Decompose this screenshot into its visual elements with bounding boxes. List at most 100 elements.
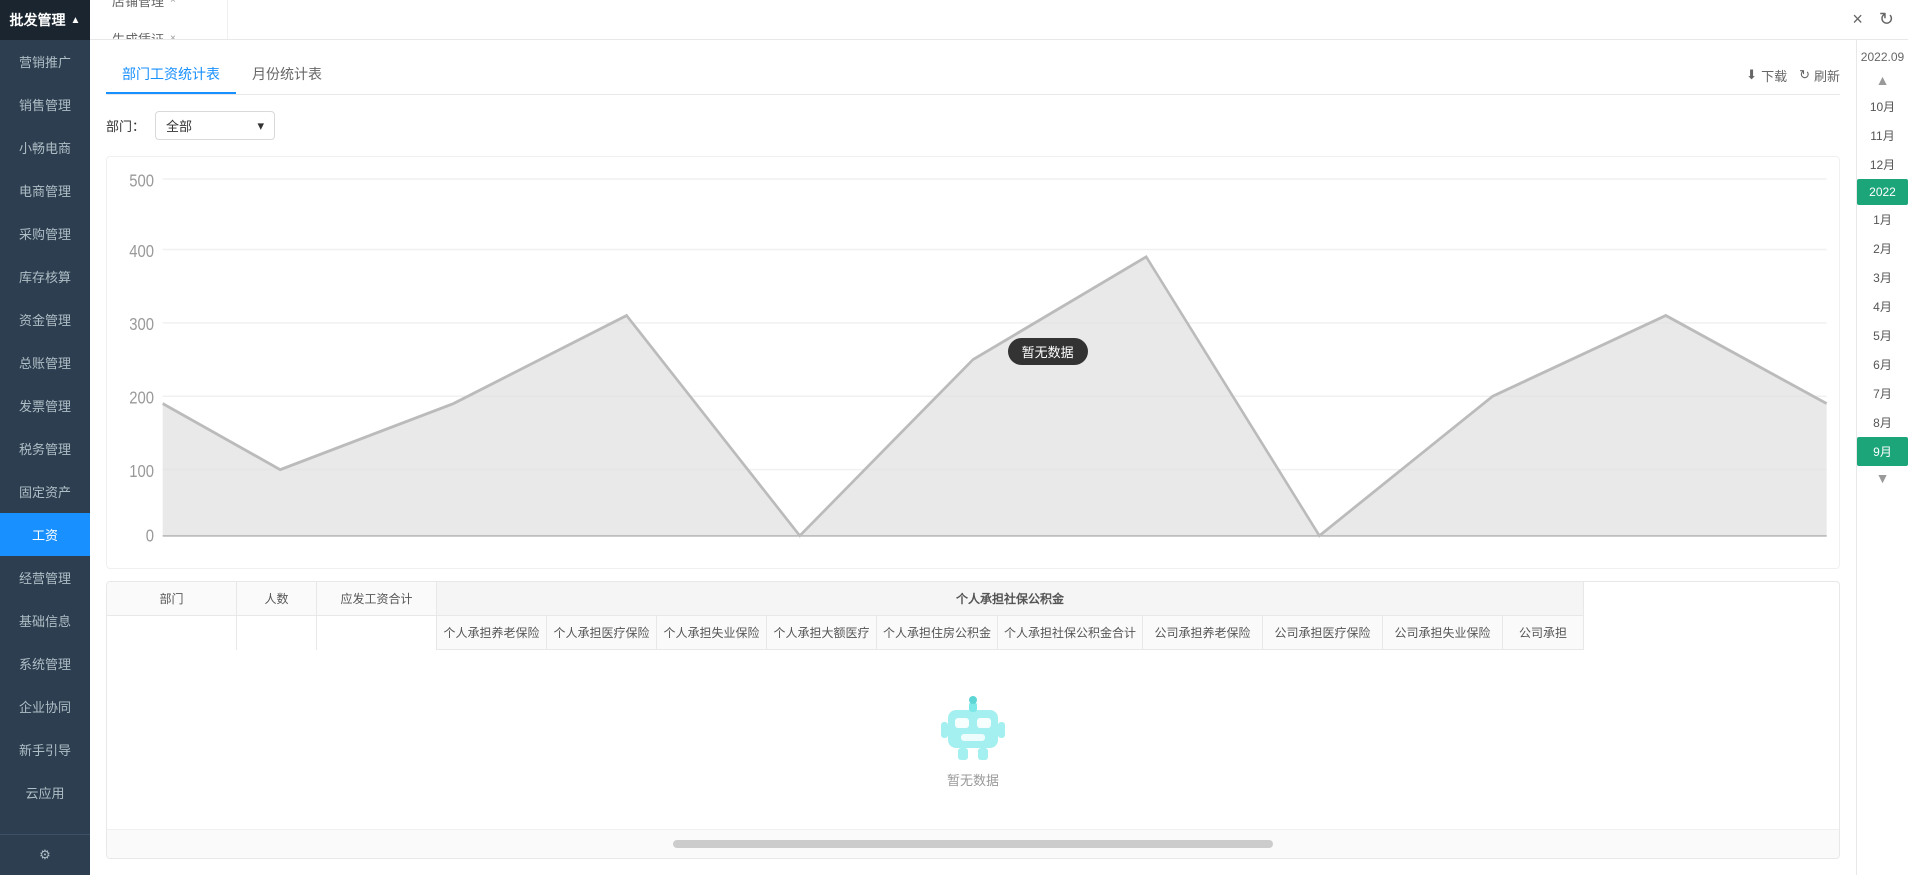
sidebar-item-sales[interactable]: 销售管理 [0, 83, 90, 126]
sub-tab-month[interactable]: 月份统计表 [236, 56, 338, 94]
sidebar-items-container: 营销推广销售管理小畅电商电商管理采购管理库存核算资金管理总账管理发票管理税务管理… [0, 40, 90, 814]
sidebar-item-payroll[interactable]: 工资 [0, 513, 90, 556]
col-company-pension: 公司承担养老保险 [1143, 616, 1263, 650]
sidebar-item-finance[interactable]: 资金管理 [0, 298, 90, 341]
col-personal-major-medical: 个人承担大额医疗 [767, 616, 877, 650]
svg-text:200: 200 [129, 388, 154, 407]
sidebar-item-inventory[interactable]: 库存核算 [0, 255, 90, 298]
date-2023-6[interactable]: 6月 [1857, 350, 1908, 379]
date-panel: 2022.09 ▲ 10月 11月 12月 2022 1月 2月 3月 4月 5… [1856, 40, 1908, 875]
sidebar-item-corp[interactable]: 企业协同 [0, 685, 90, 728]
col-header-total: 应发工资合计 [317, 582, 436, 616]
chart-area: 500 400 300 200 100 0 [106, 156, 1840, 569]
dept-filter-label: 部门： [106, 116, 145, 135]
date-2023-8[interactable]: 8月 [1857, 408, 1908, 437]
date-2023-7[interactable]: 7月 [1857, 379, 1908, 408]
table-horizontal-scrollbar[interactable] [673, 840, 1273, 848]
group-header-personal: 个人承担社保公积金 [437, 582, 1583, 616]
toolbar: 部门： 全部 ▾ [106, 111, 1840, 140]
sub-tabs: 部门工资统计表 月份统计表 ⬇ 下载 ↻ 刷新 [106, 56, 1840, 95]
tab-label-voucher: 生成凭证 [112, 29, 164, 40]
svg-text:100: 100 [129, 462, 154, 481]
col-personal-housing: 个人承担住房公积金 [877, 616, 998, 650]
col-company-unemployment: 公司承担失业保险 [1383, 616, 1503, 650]
table-col-total: 应发工资合计 [317, 582, 437, 650]
svg-text:0: 0 [146, 526, 154, 545]
sidebar-item-guide[interactable]: 新手引导 [0, 728, 90, 771]
col-personal-pension: 个人承担养老保险 [437, 616, 547, 650]
date-2022-12[interactable]: 12月 [1857, 150, 1908, 179]
close-all-tabs-button[interactable]: × [1848, 5, 1867, 34]
date-2023-4[interactable]: 4月 [1857, 292, 1908, 321]
sidebar-arrow-icon: ▲ [71, 15, 81, 26]
col-personal-medical: 个人承担医疗保险 [547, 616, 657, 650]
table-col-dept: 部门 [107, 582, 237, 650]
svg-text:500: 500 [129, 171, 154, 190]
tab-close-store_mgmt[interactable]: × [170, 0, 176, 6]
table-scrollbar-container[interactable] [107, 829, 1839, 858]
date-2022-11[interactable]: 11月 [1857, 121, 1908, 150]
sidebar-item-invoice[interactable]: 发票管理 [0, 384, 90, 427]
sidebar-top-menu[interactable]: 批发管理 ▲ [0, 0, 90, 40]
date-2023-9[interactable]: 9月 [1857, 437, 1908, 466]
col-header-dept: 部门 [107, 582, 236, 616]
refresh-label: 刷新 [1814, 66, 1840, 85]
content-area: 部门工资统计表 月份统计表 ⬇ 下载 ↻ 刷新 部门： [90, 40, 1908, 875]
sidebar-item-cloud[interactable]: 云应用 [0, 771, 90, 814]
svg-text:400: 400 [129, 242, 154, 261]
sidebar-item-system[interactable]: 系统管理 [0, 642, 90, 685]
sidebar-item-ops[interactable]: 经营管理 [0, 556, 90, 599]
sidebar-item-tax[interactable]: 税务管理 [0, 427, 90, 470]
refresh-button[interactable]: ↻ 刷新 [1799, 56, 1840, 94]
date-2022-10[interactable]: 10月 [1857, 92, 1908, 121]
chart-svg: 500 400 300 200 100 0 [107, 157, 1839, 568]
table-col-count: 人数 [237, 582, 317, 650]
sidebar-item-purchase[interactable]: 采购管理 [0, 212, 90, 255]
date-year-2022[interactable]: 2022 [1857, 179, 1908, 205]
refresh-icon: ↻ [1799, 67, 1810, 83]
download-button[interactable]: ⬇ 下载 [1746, 56, 1787, 94]
tab-bar-actions: × ↻ [1848, 5, 1898, 34]
sub-tab-dept[interactable]: 部门工资统计表 [106, 56, 236, 94]
col-company-more: 公司承担 [1503, 616, 1583, 650]
tab-store_mgmt[interactable]: 店铺管理 × [100, 0, 228, 20]
date-panel-up-nav[interactable]: ▲ [1872, 68, 1894, 92]
sidebar-item-basic[interactable]: 基础信息 [0, 599, 90, 642]
tab-voucher[interactable]: 生成凭证 × [100, 20, 228, 41]
col-personal-total: 个人承担社保公积金合计 [998, 616, 1143, 650]
refresh-tab-button[interactable]: ↻ [1875, 5, 1898, 34]
sidebar-item-ecom[interactable]: 电商管理 [0, 169, 90, 212]
page-content: 部门工资统计表 月份统计表 ⬇ 下载 ↻ 刷新 部门： [90, 40, 1856, 875]
tab-close-voucher[interactable]: × [170, 33, 176, 40]
date-2023-1[interactable]: 1月 [1857, 205, 1908, 234]
sidebar: 批发管理 ▲ 营销推广销售管理小畅电商电商管理采购管理库存核算资金管理总账管理发… [0, 0, 90, 875]
date-2023-3[interactable]: 3月 [1857, 263, 1908, 292]
table-no-data: 暂无数据 [107, 650, 1839, 829]
download-label: 下载 [1761, 66, 1787, 85]
dept-select[interactable]: 全部 ▾ [155, 111, 275, 140]
tab-label-store_mgmt: 店铺管理 [112, 0, 164, 10]
sidebar-item-assets[interactable]: 固定资产 [0, 470, 90, 513]
dept-select-value: 全部 [166, 116, 192, 135]
date-panel-down-nav[interactable]: ▼ [1872, 466, 1894, 490]
data-table: 部门 人数 应发工资合计 个人承担社保公积金 个人承担养老保险 个人承担医疗保险 [106, 581, 1840, 859]
col-company-medical: 公司承担医疗保险 [1263, 616, 1383, 650]
tab-bar: 首页门店商品目录×销售单×店铺管理×生成凭证×应收应付调整单×工资表×工资统计报… [90, 0, 1908, 40]
no-data-robot-icon [933, 690, 1013, 770]
date-panel-current-year: 2022.09 [1859, 46, 1906, 68]
sidebar-settings[interactable]: ⚙ [0, 834, 90, 875]
date-2023-2[interactable]: 2月 [1857, 234, 1908, 263]
sidebar-top-label: 批发管理 [10, 10, 66, 30]
page-actions: ⬇ 下载 ↻ 刷新 [1746, 56, 1840, 94]
dept-dropdown-arrow: ▾ [257, 118, 264, 134]
col-header-count: 人数 [237, 582, 316, 616]
table-header-row: 部门 人数 应发工资合计 个人承担社保公积金 个人承担养老保险 个人承担医疗保险 [107, 582, 1839, 650]
main-area: 首页门店商品目录×销售单×店铺管理×生成凭证×应收应付调整单×工资表×工资统计报… [90, 0, 1908, 875]
sidebar-item-marketing[interactable]: 营销推广 [0, 40, 90, 83]
date-2023-5[interactable]: 5月 [1857, 321, 1908, 350]
no-data-text: 暂无数据 [947, 770, 999, 789]
sidebar-item-mini[interactable]: 小畅电商 [0, 126, 90, 169]
group-sub-headers: 个人承担养老保险 个人承担医疗保险 个人承担失业保险 个人承担大额医疗 个人承担… [437, 616, 1583, 650]
download-icon: ⬇ [1746, 67, 1757, 83]
sidebar-item-general[interactable]: 总账管理 [0, 341, 90, 384]
